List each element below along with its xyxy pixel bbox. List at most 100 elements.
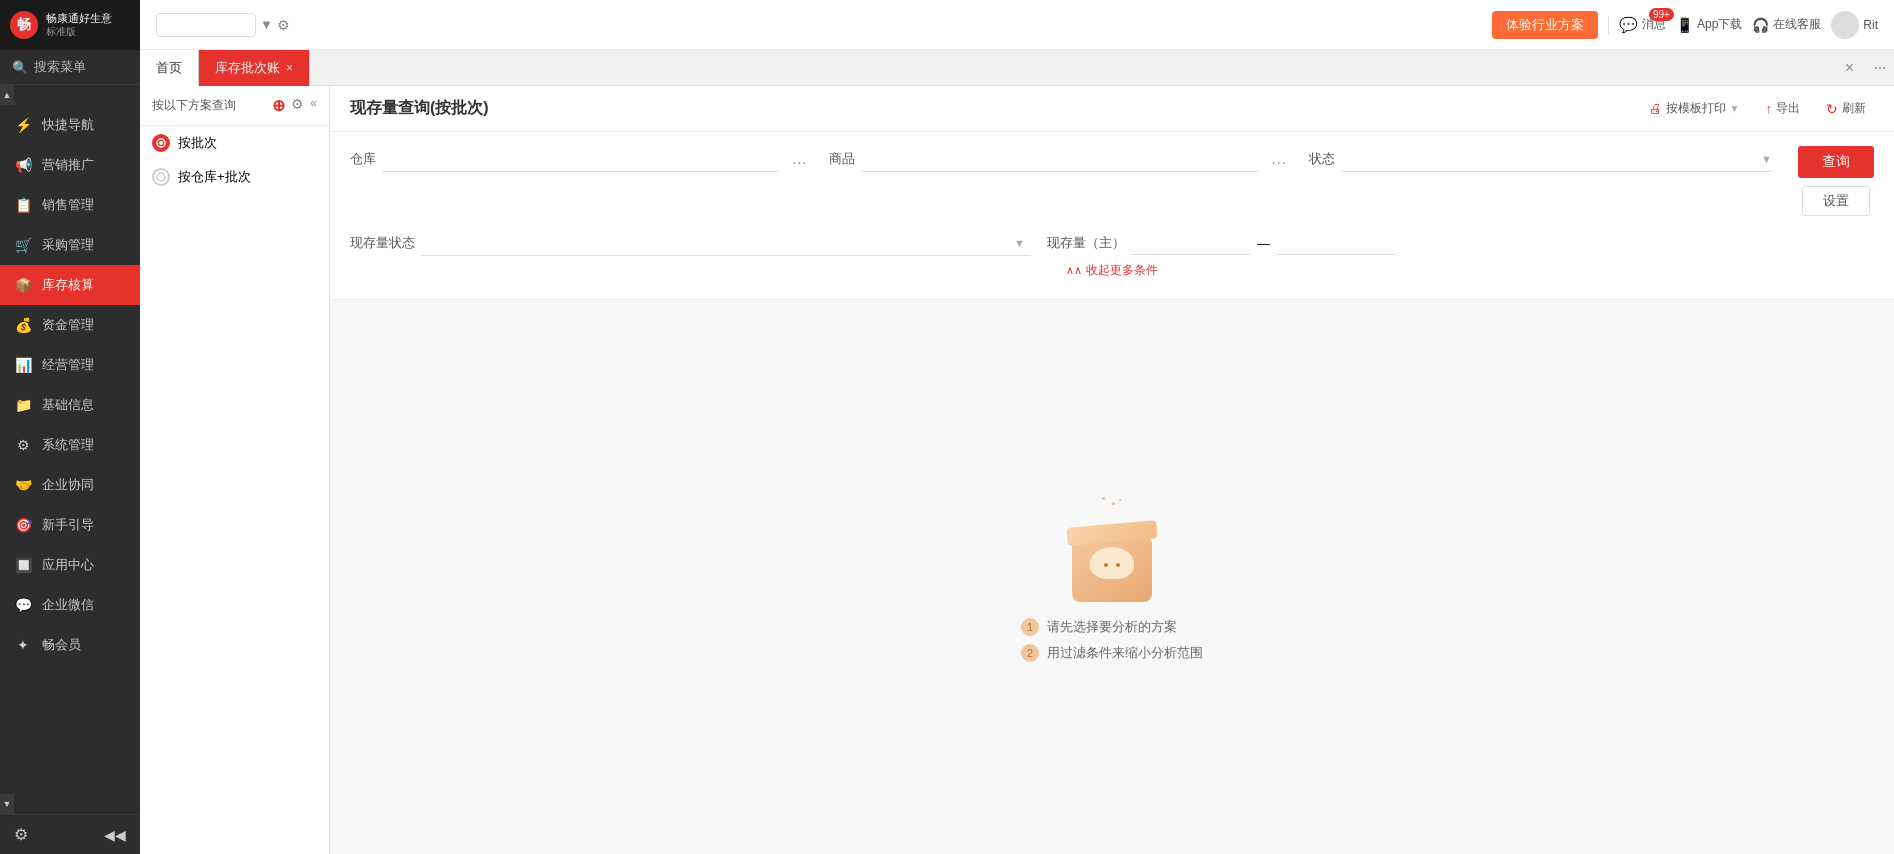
experience-btn[interactable]: 体验行业方案: [1492, 11, 1598, 39]
search-menu-label: 搜索菜单: [34, 58, 86, 76]
divider: [1608, 16, 1609, 34]
sidebar-item-label: 畅会员: [42, 636, 81, 654]
topbar: ▼ ⚙ 体验行业方案 💬 消息 99+ 📱 App下载 🎧 在线客服 Rit: [140, 0, 1894, 50]
sidebar-item-label: 营销推广: [42, 156, 94, 174]
settings-button[interactable]: 设置: [1802, 186, 1870, 216]
export-label: 导出: [1776, 100, 1800, 117]
sidebar-item-inventory[interactable]: 📦 库存核算: [0, 265, 140, 305]
sidebar: 畅 畅康通好生意 标准版 🔍 搜索菜单 ▲ ⚡ 快捷导航 📢 营销推广 📋 销售…: [0, 0, 140, 854]
warehouse-label: 仓库: [350, 150, 376, 168]
export-btn[interactable]: ↑ 导出: [1758, 96, 1809, 121]
refresh-icon: ↻: [1826, 101, 1838, 117]
right-content: 现存量查询(按批次) 🖨 按模板打印 ▼ ↑ 导出 ↻ 刷新: [330, 86, 1894, 854]
inventory-icon: 📦: [14, 276, 32, 294]
app-version: 标准版: [46, 25, 112, 39]
app-info: 畅康通好生意 标准版: [46, 11, 112, 39]
sidebar-item-purchase[interactable]: 🛒 采购管理: [0, 225, 140, 265]
settings-icon[interactable]: ⚙: [14, 825, 28, 844]
sidebar-scroll-up[interactable]: ▲: [0, 85, 14, 105]
filter-warehouse: 仓库 …: [350, 146, 813, 172]
sidebar-item-label: 系统管理: [42, 436, 94, 454]
left-eye: [1104, 563, 1108, 567]
stock-qty-range-sep: —: [1257, 236, 1270, 251]
close-panel-btn[interactable]: ×: [1833, 59, 1866, 77]
filter-warehouse-row: 仓库 …: [350, 146, 813, 172]
page-title: 现存量查询(按批次): [350, 98, 489, 119]
close-tab-icon[interactable]: ×: [286, 61, 293, 75]
scheme-batch-label: 按批次: [178, 134, 217, 152]
sidebar-item-apps[interactable]: 🔲 应用中心: [0, 545, 140, 585]
hint-text-1: 请先选择要分析的方案: [1047, 618, 1177, 636]
sidebar-item-quick-nav[interactable]: ⚡ 快捷导航: [0, 105, 140, 145]
dropdown-arrow-icon[interactable]: ▼: [260, 17, 273, 32]
scheme-item-warehouse-batch[interactable]: 按仓库+批次: [140, 160, 329, 194]
online-service-btn[interactable]: 🎧 在线客服: [1752, 16, 1821, 33]
add-scheme-icon[interactable]: ⊕: [272, 96, 285, 115]
empty-illustration: [1047, 492, 1177, 602]
expand-icon[interactable]: ⋯: [1866, 61, 1894, 75]
warehouse-more-icon[interactable]: …: [785, 148, 813, 170]
svg-point-2: [157, 173, 165, 181]
collapse-panel-icon[interactable]: «: [310, 96, 317, 115]
sales-icon: 📋: [14, 196, 32, 214]
box-eyes: [1104, 563, 1120, 567]
basic-icon: 📁: [14, 396, 32, 414]
quick-nav-icon: ⚡: [14, 116, 32, 134]
sidebar-item-operations[interactable]: 📊 经营管理: [0, 345, 140, 385]
sidebar-item-guide[interactable]: 🎯 新手引导: [0, 505, 140, 545]
phone-icon: 📱: [1676, 17, 1693, 33]
sidebar-item-label: 基础信息: [42, 396, 94, 414]
settings-topbar-icon[interactable]: ⚙: [277, 17, 290, 33]
status-label: 状态: [1309, 150, 1335, 168]
stock-qty-min[interactable]: [1131, 231, 1251, 255]
scheme-warehouse-batch-icon: [152, 168, 170, 186]
vip-icon: ✦: [14, 636, 32, 654]
print-btn[interactable]: 🖨 按模板打印 ▼: [1641, 96, 1748, 121]
stock-qty-max[interactable]: [1276, 231, 1396, 255]
app-download-label: App下载: [1697, 16, 1742, 33]
status-dropdown-icon[interactable]: ▼: [1761, 153, 1772, 165]
collapse-sidebar-icon[interactable]: ◀◀: [104, 827, 126, 843]
sidebar-item-finance[interactable]: 💰 资金管理: [0, 305, 140, 345]
collapse-filters-btn[interactable]: ∧∧ 收起更多条件: [350, 256, 1874, 285]
sidebar-item-marketing[interactable]: 📢 营销推广: [0, 145, 140, 185]
user-profile-btn[interactable]: Rit: [1831, 11, 1878, 39]
query-button[interactable]: 查询: [1798, 146, 1874, 178]
sidebar-item-enterprise[interactable]: 🤝 企业协同: [0, 465, 140, 505]
tab-home[interactable]: 首页: [140, 50, 199, 86]
action-buttons: 查询 设置: [1798, 146, 1874, 216]
stock-status-dropdown-icon[interactable]: ▼: [1014, 237, 1025, 249]
filter-row-2: 现存量状态 ▼ 现存量（主） —: [350, 230, 1874, 256]
messages-btn[interactable]: 💬 消息 99+: [1619, 16, 1666, 34]
main-content: ▼ ⚙ 体验行业方案 💬 消息 99+ 📱 App下载 🎧 在线客服 Rit 首…: [140, 0, 1894, 854]
sidebar-item-wechat[interactable]: 💬 企业微信: [0, 585, 140, 625]
sidebar-item-sales[interactable]: 📋 销售管理: [0, 185, 140, 225]
sidebar-item-system[interactable]: ⚙ 系统管理: [0, 425, 140, 465]
print-label: 按模板打印: [1666, 100, 1726, 117]
empty-hints: 1 请先选择要分析的方案 2 用过滤条件来缩小分析范围: [1021, 618, 1203, 662]
search-input[interactable]: [156, 13, 256, 37]
refresh-btn[interactable]: ↻ 刷新: [1818, 96, 1874, 121]
hint-1: 1 请先选择要分析的方案: [1021, 618, 1203, 636]
product-more-icon[interactable]: …: [1265, 148, 1293, 170]
sidebar-scroll-down[interactable]: ▼: [0, 794, 14, 814]
hint-2: 2 用过滤条件来缩小分析范围: [1021, 644, 1203, 662]
scheme-item-batch[interactable]: 按批次: [140, 126, 329, 160]
manage-schemes-icon[interactable]: ⚙: [291, 96, 304, 115]
collapse-up-icon: ∧∧: [1066, 264, 1082, 277]
sidebar-item-label: 快捷导航: [42, 116, 94, 134]
guide-icon: 🎯: [14, 516, 32, 534]
sidebar-header: 畅 畅康通好生意 标准版: [0, 0, 140, 50]
print-dropdown-icon[interactable]: ▼: [1730, 103, 1740, 114]
tabs-bar: 首页 库存批次账 × × ⋯: [140, 50, 1894, 86]
search-menu[interactable]: 🔍 搜索菜单: [0, 50, 140, 85]
sidebar-item-label: 应用中心: [42, 556, 94, 574]
sidebar-item-vip[interactable]: ✦ 畅会员: [0, 625, 140, 665]
box-face: [1090, 547, 1134, 579]
sidebar-item-label: 资金管理: [42, 316, 94, 334]
app-download-btn[interactable]: 📱 App下载: [1676, 16, 1742, 33]
tab-inventory-batch-label: 库存批次账: [215, 59, 280, 77]
sidebar-item-basic[interactable]: 📁 基础信息: [0, 385, 140, 425]
tab-inventory-batch[interactable]: 库存批次账 ×: [199, 50, 310, 86]
stock-status-label: 现存量状态: [350, 234, 415, 252]
